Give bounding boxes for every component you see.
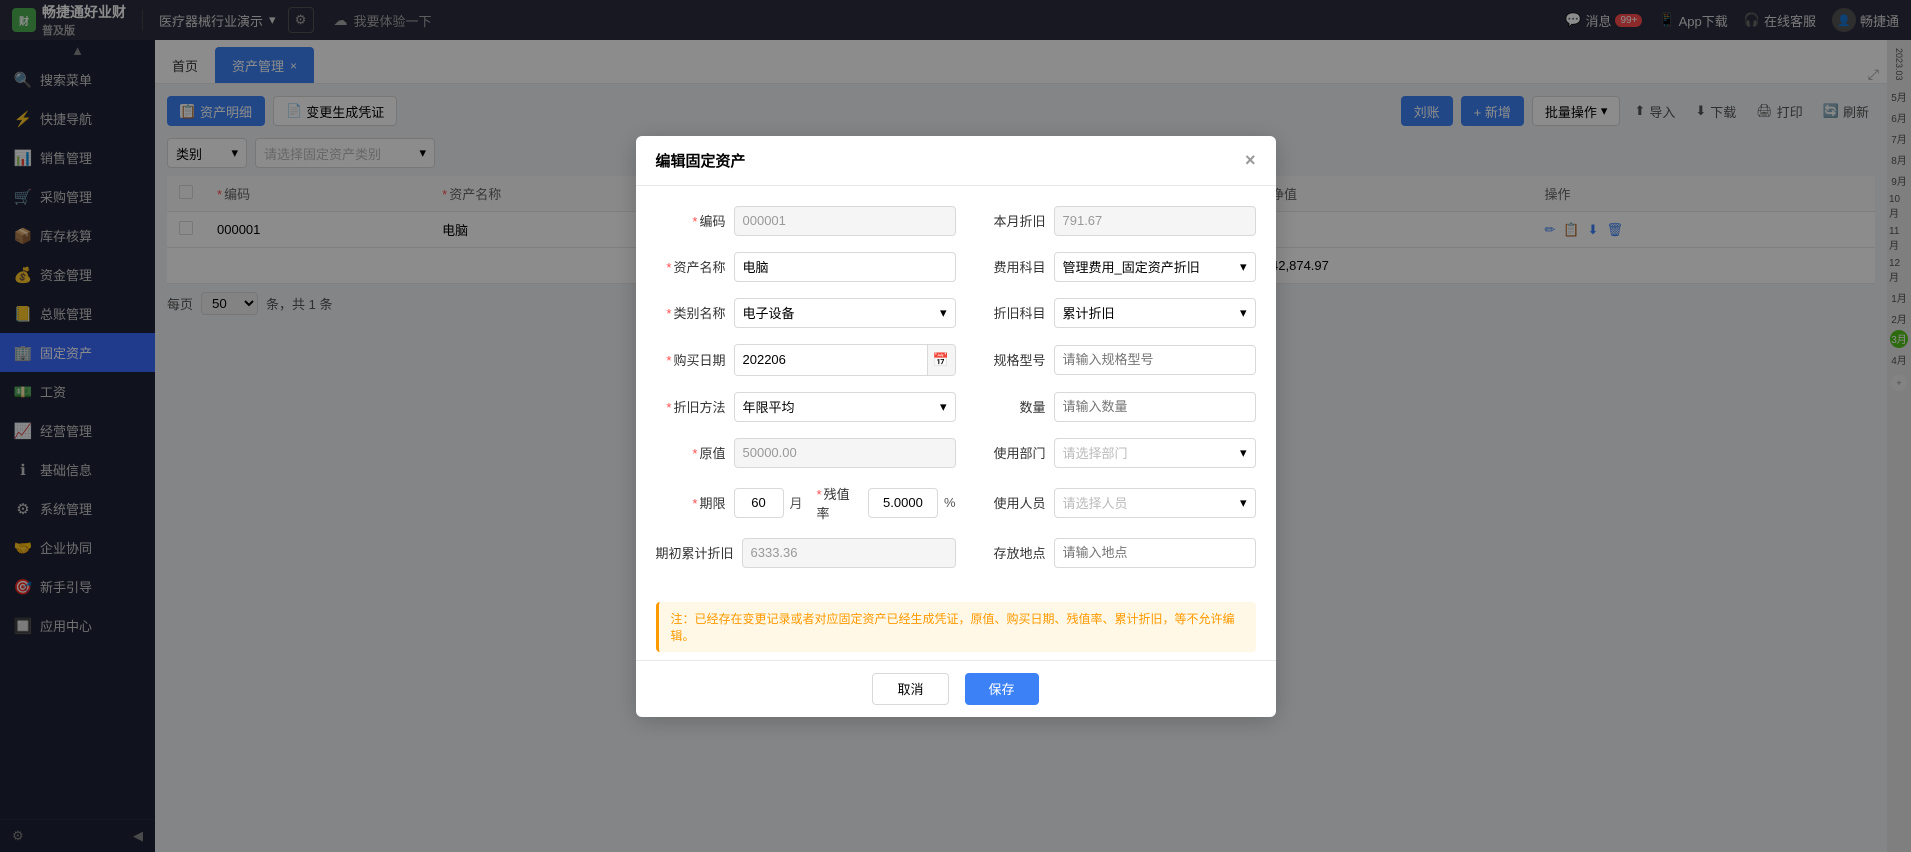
method-chevron-icon: ▾	[940, 399, 947, 415]
period-input[interactable]	[734, 488, 784, 518]
form-group-code: *编码	[656, 206, 956, 236]
purchase-date-input[interactable]	[735, 345, 927, 375]
department-select[interactable]: 请选择部门 ▾	[1054, 438, 1256, 468]
spec-model-input[interactable]	[1054, 345, 1256, 375]
form-group-period: *期限 月 *残值率 %	[656, 484, 956, 522]
form-group-depreciation-method: *折旧方法 年限平均 ▾	[656, 392, 956, 422]
depreciation-subject-chevron-icon: ▾	[1240, 305, 1247, 321]
modal-title: 编辑固定资产	[656, 150, 746, 171]
original-value-input	[734, 438, 956, 468]
form-group-depreciation-subject: 折旧科目 累计折旧 ▾	[976, 298, 1256, 328]
save-button[interactable]: 保存	[965, 673, 1039, 705]
form-group-person: 使用人员 请选择人员 ▾	[976, 484, 1256, 522]
purchase-date-input-wrapper: 📅	[734, 344, 956, 376]
depreciation-subject-select[interactable]: 累计折旧 ▾	[1054, 298, 1256, 328]
calendar-icon[interactable]: 📅	[927, 345, 955, 375]
form-group-location: 存放地点	[976, 538, 1256, 568]
cancel-button[interactable]: 取消	[872, 673, 948, 705]
form-group-name: *资产名称	[656, 252, 956, 282]
form-group-expense-subject: 费用科目 管理费用_固定资产折旧 ▾	[976, 252, 1256, 282]
person-chevron-icon: ▾	[1240, 495, 1247, 511]
depreciation-method-select[interactable]: 年限平均 ▾	[734, 392, 956, 422]
category-select[interactable]: 电子设备 ▾	[734, 298, 956, 328]
expense-subject-select[interactable]: 管理费用_固定资产折旧 ▾	[1054, 252, 1256, 282]
code-input[interactable]	[734, 206, 956, 236]
expense-chevron-icon: ▾	[1240, 259, 1247, 275]
monthly-depreciation-input	[1054, 206, 1256, 236]
name-input[interactable]	[734, 252, 956, 282]
form-group-department: 使用部门 请选择部门 ▾	[976, 438, 1256, 468]
modal-note: 注：已经存在变更记录或者对应固定资产已经生成凭证，原值、购买日期、残值率、累计折…	[656, 602, 1256, 652]
form-group-spec-model: 规格型号	[976, 344, 1256, 376]
form-group-quantity: 数量	[976, 392, 1256, 422]
form-group-original-value: *原值	[656, 438, 956, 468]
person-select[interactable]: 请选择人员 ▾	[1054, 488, 1256, 518]
initial-depreciation-input	[742, 538, 956, 568]
quantity-input[interactable]	[1054, 392, 1256, 422]
edit-asset-modal: 编辑固定资产 × *编码 本月折旧 *资产名称	[636, 136, 1276, 717]
location-input[interactable]	[1054, 538, 1256, 568]
modal-overlay: 编辑固定资产 × *编码 本月折旧 *资产名称	[0, 0, 1911, 852]
form-group-purchase-date: *购买日期 📅	[656, 344, 956, 376]
form-group-category: *类别名称 电子设备 ▾	[656, 298, 956, 328]
form-group-monthly-depreciation: 本月折旧	[976, 206, 1256, 236]
form-group-initial-depreciation: 期初累计折旧	[656, 538, 956, 568]
modal-close-btn[interactable]: ×	[1245, 150, 1256, 171]
category-chevron-icon: ▾	[940, 305, 947, 321]
residual-rate-input[interactable]	[868, 488, 938, 518]
department-chevron-icon: ▾	[1240, 445, 1247, 461]
